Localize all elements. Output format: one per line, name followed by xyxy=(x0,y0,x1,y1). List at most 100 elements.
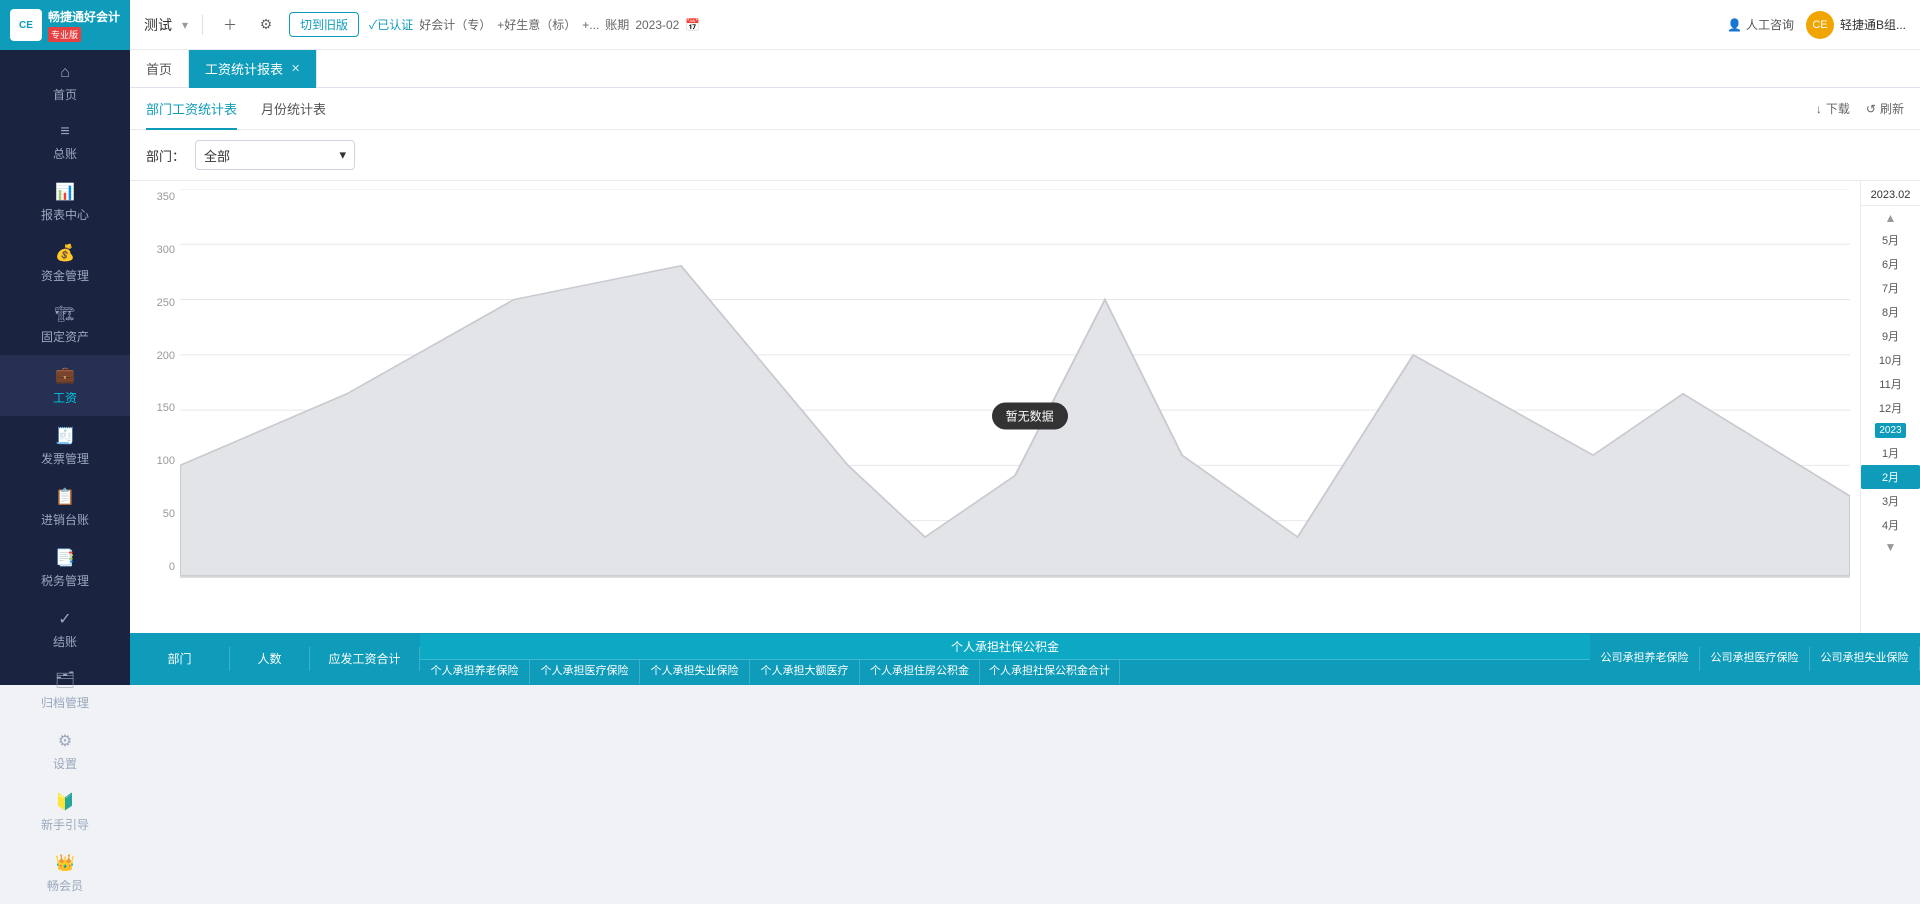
sidebar-item-archive[interactable]: 🗂 归档管理 xyxy=(0,660,130,721)
add-button[interactable]: ＋ xyxy=(217,12,243,38)
sidebar-label-funds: 资金管理 xyxy=(41,267,89,284)
date-month-11[interactable]: 11月 xyxy=(1861,372,1920,396)
refresh-button[interactable]: ↺ 刷新 xyxy=(1866,100,1904,117)
sidebar-item-member[interactable]: 👑 畅会员 xyxy=(0,843,130,904)
sidebar-label-assets: 固定资产 xyxy=(41,328,89,345)
sub-tab-monthly-label: 月份统计表 xyxy=(261,99,326,118)
assets-icon: 🏗 xyxy=(55,304,75,324)
sidebar-item-invoice[interactable]: 🧾 发票管理 xyxy=(0,416,130,477)
chart-main: 350 300 250 200 150 100 50 0 xyxy=(130,181,1860,633)
topbar-right: 👤 人工咨询 CE 轻捷通B组... xyxy=(1727,11,1906,39)
sidebar-item-settlement[interactable]: ✓ 结账 xyxy=(0,599,130,660)
year-badge-2023[interactable]: 2023 xyxy=(1875,423,1905,438)
settlement-icon: ✓ xyxy=(58,609,71,629)
home-icon: ⌂ xyxy=(60,64,70,82)
date-month-5[interactable]: 5月 xyxy=(1861,228,1920,252)
settings-button[interactable]: ⚙ xyxy=(253,12,279,38)
tab-salary-report[interactable]: 工资统计报表 ✕ xyxy=(189,50,317,88)
calendar-icon[interactable]: 📅 xyxy=(685,18,700,32)
guide-icon: 🔰 xyxy=(55,792,75,812)
sidebar-item-settings[interactable]: ⚙ 设置 xyxy=(0,721,130,782)
help-button[interactable]: 👤 人工咨询 xyxy=(1727,16,1794,33)
help-label: 人工咨询 xyxy=(1746,16,1794,33)
salary-icon: 💼 xyxy=(55,365,75,385)
filter-label: 部门： xyxy=(146,146,185,165)
group-header-label: 个人承担社保公积金 xyxy=(420,634,1590,660)
sidebar-nav: ⌂ 首页 ≡ 总账 📊 报表中心 💰 资金管理 🏗 固定资产 💼 工资 🧾 发票… xyxy=(0,50,130,904)
tag-product1: 好会计（专） xyxy=(419,16,491,33)
sidebar-item-ledger[interactable]: ≡ 总账 xyxy=(0,113,130,172)
sidebar-label-home: 首页 xyxy=(53,86,77,103)
user-area[interactable]: CE 轻捷通B组... xyxy=(1806,11,1906,39)
department-select[interactable]: 全部 ▾ xyxy=(195,140,355,170)
col-people-label: 人数 xyxy=(257,651,281,668)
period-label: 账期 xyxy=(605,16,629,33)
company-name: 测试 xyxy=(144,15,172,35)
date-month-1[interactable]: 1月 xyxy=(1861,441,1920,465)
sub-tab-department[interactable]: 部门工资统计表 xyxy=(146,88,237,130)
status-tags: ✓已认证 好会计（专） +好生意（标） +... 账期 2023-02 📅 xyxy=(369,16,700,33)
date-month-3[interactable]: 3月 xyxy=(1861,489,1920,513)
y-label-250: 250 xyxy=(140,297,175,309)
group-sub-cols: 个人承担养老保险 个人承担医疗保险 个人承担失业保险 个人承担大额医疗 个人承担… xyxy=(420,660,1590,683)
sidebar-item-reports[interactable]: 📊 报表中心 xyxy=(0,172,130,233)
invoice-icon: 🧾 xyxy=(55,426,75,446)
sub-tab-dept-label: 部门工资统计表 xyxy=(146,99,237,118)
col-salary-total: 应发工资合计 xyxy=(310,647,420,672)
col-personal-total: 个人承担社保公积金合计 xyxy=(980,660,1120,683)
switch-version-button[interactable]: 切到旧版 xyxy=(289,12,359,37)
sidebar-item-guide[interactable]: 🔰 新手引导 xyxy=(0,782,130,843)
date-month-7[interactable]: 7月 xyxy=(1861,276,1920,300)
col-personal-pension: 个人承担养老保险 xyxy=(420,660,530,683)
logo-icon: CE xyxy=(10,9,42,41)
download-button[interactable]: ↓ 下载 xyxy=(1816,100,1850,117)
sidebar-label-tax: 税务管理 xyxy=(41,572,89,589)
select-arrow-icon: ▾ xyxy=(339,147,346,163)
tab-home[interactable]: 首页 xyxy=(130,50,189,88)
col-company-medical: 公司承担医疗保险 xyxy=(1700,647,1810,670)
sub-tab-actions: ↓ 下载 ↺ 刷新 xyxy=(1816,100,1904,117)
group-label: 个人承担社保公积金 xyxy=(951,640,1059,654)
date-nav-down[interactable]: ▼ xyxy=(1879,537,1903,557)
col-company-pension: 公司承担养老保险 xyxy=(1590,647,1700,670)
date-month-8[interactable]: 8月 xyxy=(1861,300,1920,324)
date-month-9[interactable]: 9月 xyxy=(1861,324,1920,348)
date-month-2[interactable]: 2月 xyxy=(1861,465,1920,489)
company-dropdown-arrow[interactable]: ▾ xyxy=(182,18,188,32)
content-area: 部门工资统计表 月份统计表 ↓ 下载 ↺ 刷新 部门： 全部 ▾ xyxy=(130,88,1920,685)
archive-icon: 🗂 xyxy=(55,670,75,690)
sidebar-item-funds[interactable]: 💰 资金管理 xyxy=(0,233,130,294)
y-label-350: 350 xyxy=(140,191,175,203)
y-label-300: 300 xyxy=(140,244,175,256)
sidebar-item-purchase[interactable]: 📋 进销台账 xyxy=(0,477,130,538)
filter-bar: 部门： 全部 ▾ xyxy=(130,130,1920,181)
sidebar-item-home[interactable]: ⌂ 首页 xyxy=(0,54,130,113)
col-personal-medical: 个人承担医疗保险 xyxy=(530,660,640,683)
col-people: 人数 xyxy=(230,647,310,672)
y-axis-labels: 350 300 250 200 150 100 50 0 xyxy=(140,191,175,573)
sidebar-item-assets[interactable]: 🏗 固定资产 xyxy=(0,294,130,355)
tab-close-salary[interactable]: ✕ xyxy=(291,62,300,75)
refresh-label: 刷新 xyxy=(1880,100,1904,117)
chart-svg xyxy=(180,189,1850,578)
topbar-divider-1 xyxy=(202,15,203,35)
period-value: 2023-02 xyxy=(635,18,679,32)
sidebar-item-salary[interactable]: 💼 工资 xyxy=(0,355,130,416)
sub-tab-monthly[interactable]: 月份统计表 xyxy=(261,88,326,130)
logo-badge: 专业版 xyxy=(48,27,81,42)
tax-icon: 📑 xyxy=(55,548,75,568)
sidebar-label-purchase: 进销台账 xyxy=(41,511,89,528)
date-month-6[interactable]: 6月 xyxy=(1861,252,1920,276)
col-dept-label: 部门 xyxy=(167,651,191,668)
department-value: 全部 xyxy=(204,146,230,165)
tag-more: +... xyxy=(582,18,599,32)
date-month-4[interactable]: 4月 xyxy=(1861,513,1920,537)
sub-tabs: 部门工资统计表 月份统计表 ↓ 下载 ↺ 刷新 xyxy=(130,88,1920,130)
y-label-50: 50 xyxy=(140,508,175,520)
date-month-12[interactable]: 12月 xyxy=(1861,396,1920,420)
date-month-10[interactable]: 10月 xyxy=(1861,348,1920,372)
date-nav-up[interactable]: ▲ xyxy=(1879,208,1903,228)
date-panel: 2023.02 ▲ 5月 6月 7月 8月 9月 10月 11月 12月 202… xyxy=(1860,181,1920,633)
sidebar-item-tax[interactable]: 📑 税务管理 xyxy=(0,538,130,599)
current-date-display: 2023.02 xyxy=(1871,189,1911,201)
